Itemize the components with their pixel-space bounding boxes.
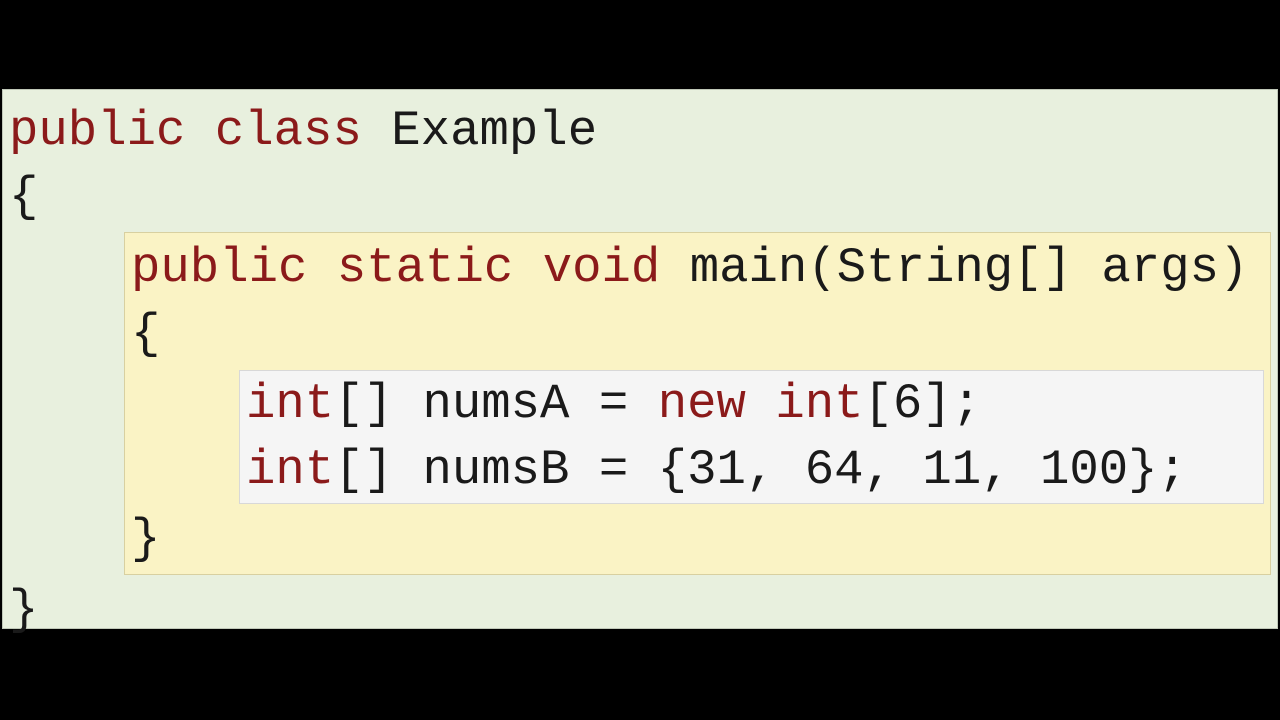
keyword-static: static — [337, 240, 513, 296]
method-brace-close: } — [131, 506, 1264, 572]
method-signature-line: public static void main(String[] args) — [131, 235, 1264, 301]
keyword-int: int — [246, 442, 334, 498]
keyword-new: new — [658, 376, 746, 432]
brackets: [] — [334, 442, 393, 498]
outer-brace-close: } — [9, 577, 1271, 643]
code-block: public class Example { public static voi… — [2, 89, 1278, 629]
keyword-public: public — [131, 240, 307, 296]
class-signature-line: public class Example — [9, 98, 1271, 164]
var-numsB-init: numsB = {31, 64, 11, 100}; — [422, 442, 1187, 498]
space — [746, 376, 775, 432]
statement-1: int[] numsA = new int[6]; — [246, 371, 1257, 437]
var-numsA: numsA = — [422, 376, 657, 432]
method-body: int[] numsA = new int[6]; int[] numsB = … — [239, 370, 1264, 504]
class-name: Example — [391, 103, 597, 159]
keyword-int: int — [246, 376, 334, 432]
method-signature-rest: main(String[] args) — [690, 240, 1249, 296]
keyword-public: public — [9, 103, 185, 159]
class-declaration: public class Example { public static voi… — [9, 98, 1271, 643]
method-block: public static void main(String[] args) {… — [124, 232, 1271, 575]
keyword-int: int — [775, 376, 863, 432]
keyword-void: void — [543, 240, 661, 296]
keyword-class: class — [215, 103, 362, 159]
outer-brace-open: { — [9, 164, 1271, 230]
statement-2: int[] numsB = {31, 64, 11, 100}; — [246, 437, 1257, 503]
brackets: [] — [334, 376, 393, 432]
array-size: [6]; — [864, 376, 982, 432]
method-brace-open: { — [131, 301, 1264, 367]
